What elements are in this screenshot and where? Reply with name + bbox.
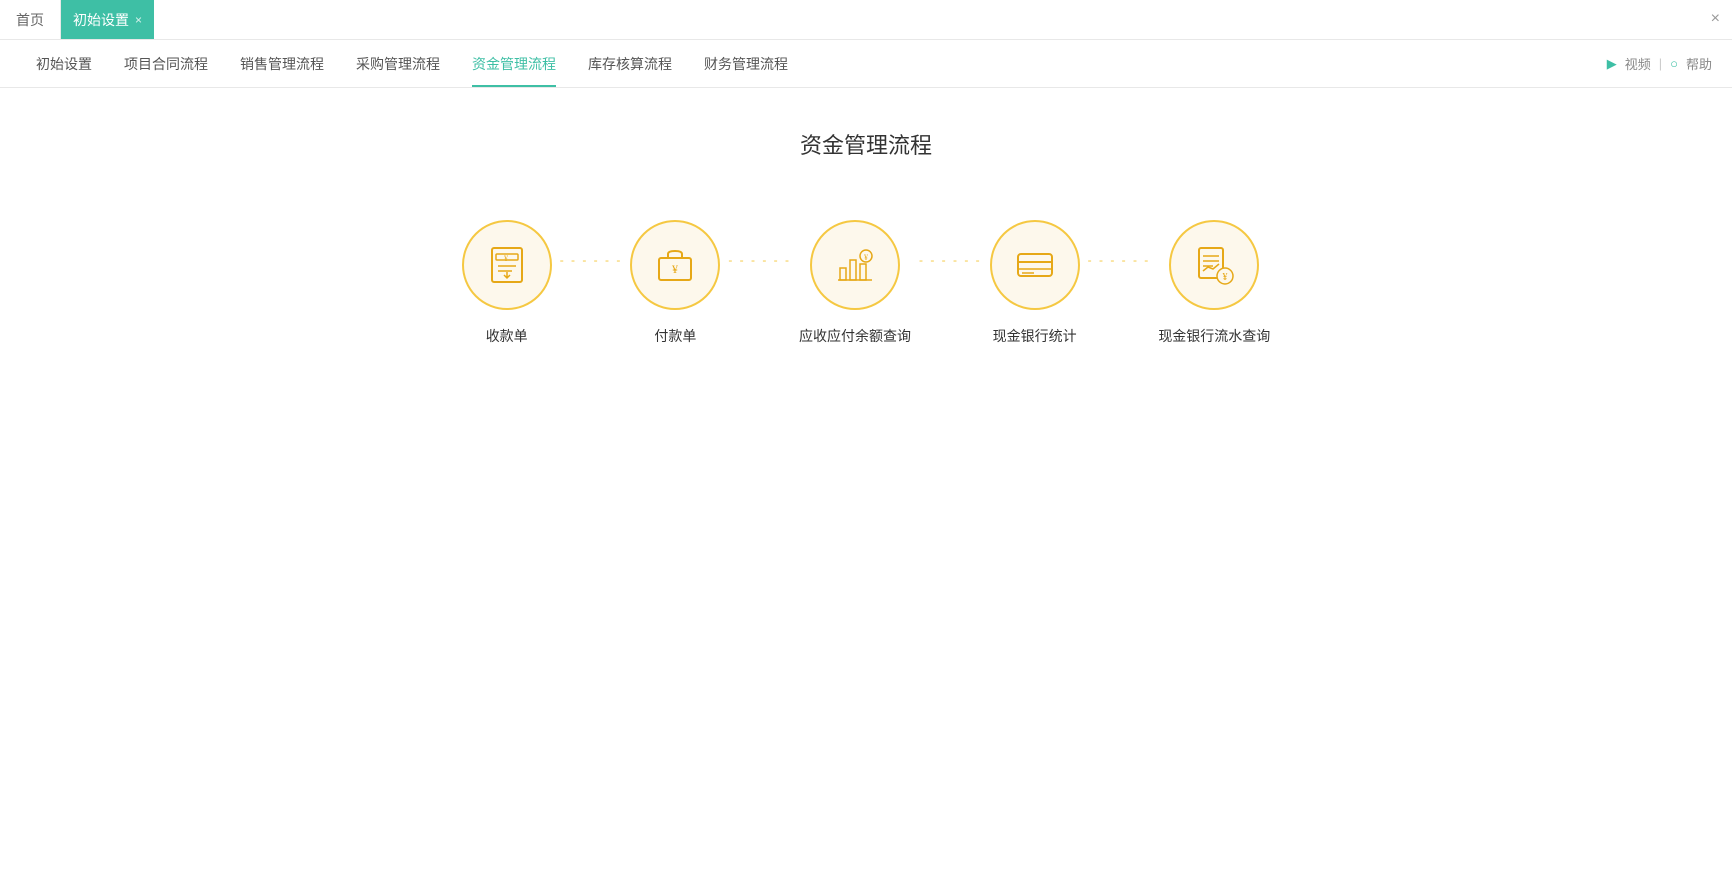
nav-item-sales-management[interactable]: 销售管理流程: [224, 40, 340, 87]
svg-text:¥: ¥: [864, 253, 868, 262]
top-bar: 首页 初始设置 ×: [0, 0, 1732, 40]
flow-label-statement: 现金银行流水查询: [1158, 326, 1270, 346]
main-content: 资金管理流程 ¥ 收款单 - - - - - -: [0, 88, 1732, 386]
nav-bar: 初始设置 项目合同流程 销售管理流程 采购管理流程 资金管理流程 库存核算流程 …: [0, 40, 1732, 88]
page-title: 资金管理流程: [800, 128, 932, 160]
svg-text:¥: ¥: [1223, 272, 1228, 283]
flow-label-balance: 应收应付余额查询: [799, 326, 911, 346]
flow-item-payment[interactable]: ¥ 付款单: [630, 220, 720, 346]
flow-item-bank-stats[interactable]: 现金银行统计: [990, 220, 1080, 346]
bank-icon: [1012, 242, 1058, 288]
flow-circle-statement: ¥: [1169, 220, 1259, 310]
flow-circle-payment: ¥: [630, 220, 720, 310]
video-label[interactable]: 视频: [1625, 54, 1651, 73]
flow-circle-balance: ¥: [810, 220, 900, 310]
flow-item-receipt[interactable]: ¥ 收款单: [462, 220, 552, 346]
flow-label-bank-stats: 现金银行统计: [993, 326, 1077, 346]
active-tab-label: 初始设置: [73, 10, 129, 30]
flow-circle-receipt: ¥: [462, 220, 552, 310]
flow-item-balance[interactable]: ¥ 应收应付余额查询: [799, 220, 911, 346]
nav-item-initial-setup[interactable]: 初始设置: [20, 40, 108, 87]
svg-text:¥: ¥: [672, 262, 678, 276]
nav-item-purchase-management[interactable]: 采购管理流程: [340, 40, 456, 87]
nav-bar-right: ▶ 视频 | ○ 帮助: [1607, 54, 1712, 73]
help-label[interactable]: 帮助: [1686, 54, 1712, 73]
flow-row: ¥ 收款单 - - - - - - ¥ 付款单: [462, 220, 1271, 346]
flow-arrow-4: - - - - - -: [1088, 253, 1151, 267]
balance-icon: ¥: [832, 242, 878, 288]
receipt-icon: ¥: [484, 242, 530, 288]
play-icon: ▶: [1607, 56, 1617, 72]
flow-arrow-3: - - - - - -: [919, 253, 982, 267]
window-close-button[interactable]: ×: [1711, 10, 1720, 28]
flow-item-statement[interactable]: ¥ 现金银行流水查询: [1158, 220, 1270, 346]
nav-item-inventory-accounting[interactable]: 库存核算流程: [572, 40, 688, 87]
nav-divider: |: [1659, 56, 1662, 71]
flow-circle-bank-stats: [990, 220, 1080, 310]
flow-arrow-2: - - - - - -: [728, 253, 791, 267]
circle-icon: ○: [1670, 56, 1678, 71]
active-tab[interactable]: 初始设置 ×: [61, 0, 154, 39]
flow-label-payment: 付款单: [654, 326, 696, 346]
home-tab[interactable]: 首页: [0, 0, 61, 39]
nav-item-fund-management[interactable]: 资金管理流程: [456, 40, 572, 87]
flow-label-receipt: 收款单: [486, 326, 528, 346]
nav-item-project-contract[interactable]: 项目合同流程: [108, 40, 224, 87]
payment-icon: ¥: [652, 242, 698, 288]
statement-icon: ¥: [1191, 242, 1237, 288]
flow-arrow-1: - - - - - -: [560, 253, 623, 267]
nav-item-financial-management[interactable]: 财务管理流程: [688, 40, 804, 87]
svg-text:¥: ¥: [504, 254, 508, 263]
close-tab-icon[interactable]: ×: [135, 13, 142, 27]
